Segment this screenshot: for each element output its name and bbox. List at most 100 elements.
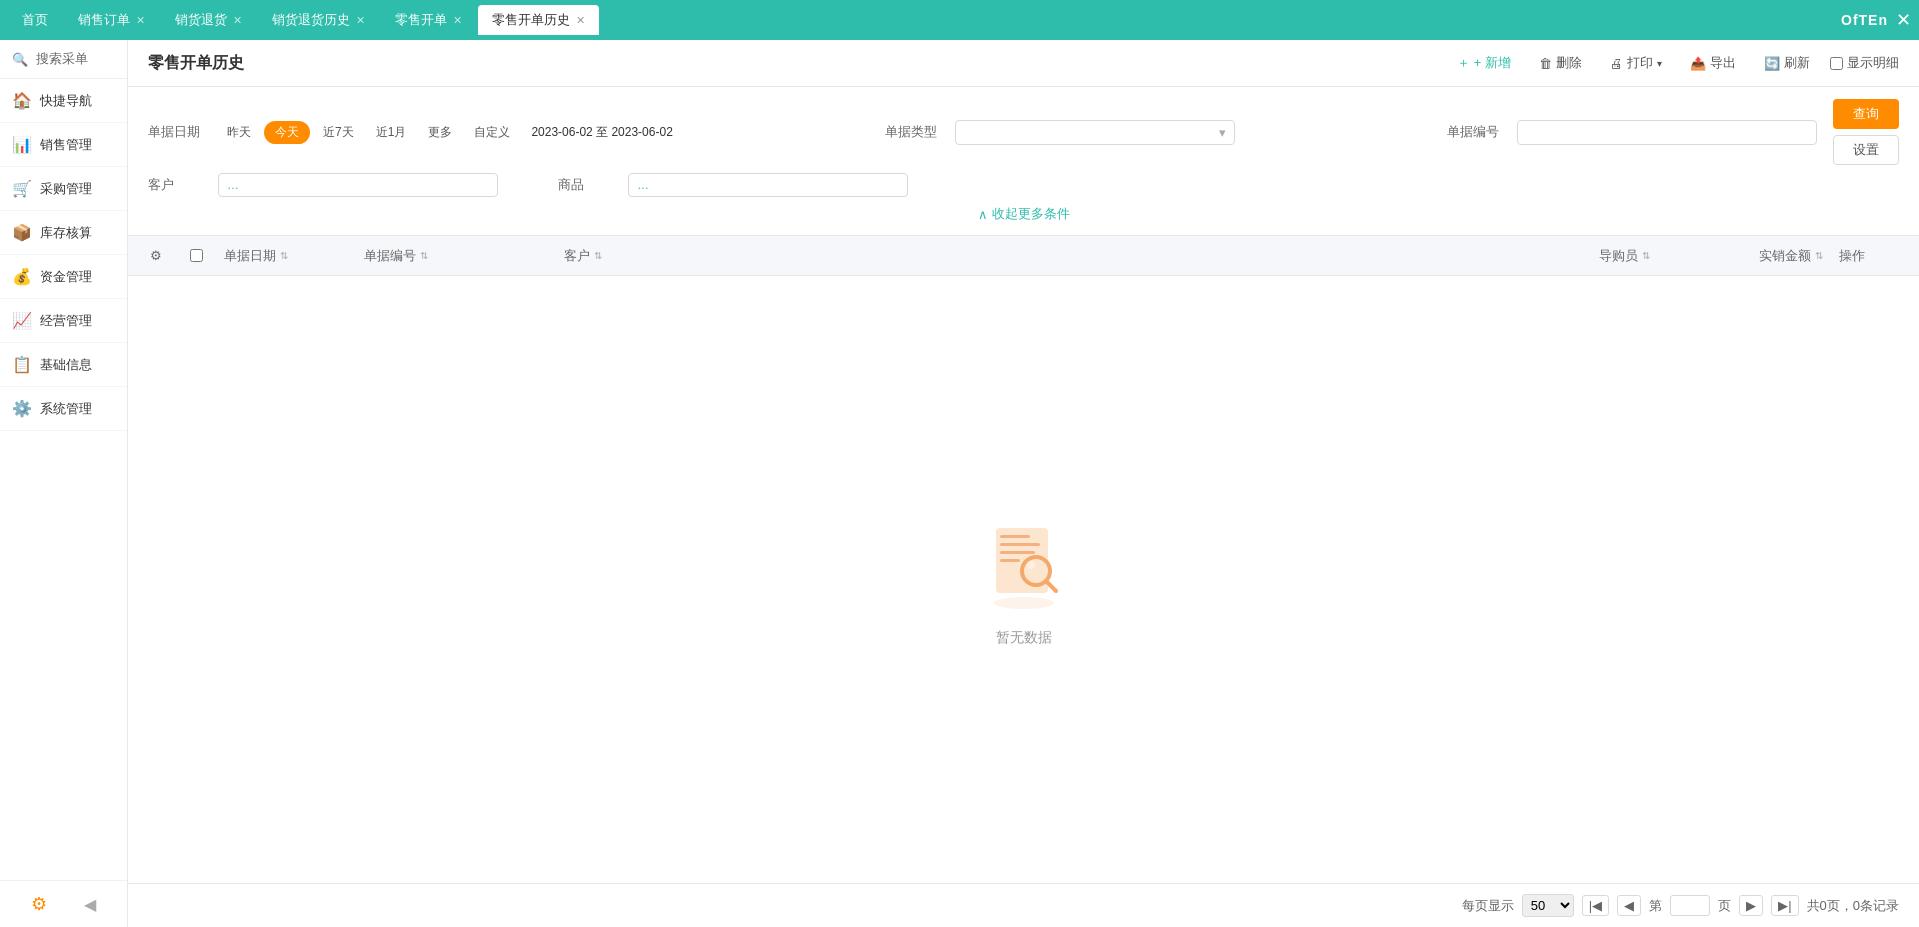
svg-rect-5 [1000, 559, 1020, 562]
th-customer[interactable]: 客户 ⇅ [556, 247, 1591, 265]
empty-text: 暂无数据 [996, 629, 1052, 647]
tab-home-label: 首页 [22, 11, 48, 29]
home-icon: 🏠 [12, 91, 32, 110]
page-header: 零售开单历史 ＋ + 新增 🗑 删除 🖨 打印 ▾ 📤 导出 [128, 40, 1919, 87]
th-date[interactable]: 单据日期 ⇅ [216, 247, 356, 265]
main-layout: 🔍 搜索采单 🏠 快捷导航 📊 销售管理 🛒 采购管理 📦 库存核算 💰 资金管… [0, 40, 1919, 927]
page-suffix: 页 [1718, 897, 1731, 915]
tab-retail-open[interactable]: 零售开单 ✕ [381, 5, 476, 35]
tab-retail-open-label: 零售开单 [395, 11, 447, 29]
yesterday-btn[interactable]: 昨天 [218, 121, 260, 144]
table-settings-icon[interactable]: ⚙ [136, 248, 176, 263]
sidebar-item-purchase-mgmt[interactable]: 🛒 采购管理 [0, 167, 127, 211]
per-page-select[interactable]: 50 20 100 [1522, 894, 1574, 917]
sidebar-search[interactable]: 🔍 搜索采单 [0, 40, 127, 79]
sidebar-item-quick-nav[interactable]: 🏠 快捷导航 [0, 79, 127, 123]
sidebar-item-operation[interactable]: 📈 经营管理 [0, 299, 127, 343]
sales-icon: 📊 [12, 135, 32, 154]
prev-page-btn[interactable]: ◀ [1617, 895, 1641, 916]
tab-sales-return-history-close[interactable]: ✕ [356, 14, 365, 27]
svg-rect-2 [1000, 535, 1030, 538]
number-filter-input[interactable] [1517, 120, 1817, 145]
query-button[interactable]: 查询 [1833, 99, 1899, 129]
customer-filter-label: 客户 [148, 176, 218, 194]
date-range-display[interactable]: 2023-06-02 至 2023-06-02 [531, 124, 672, 141]
display-detail-input[interactable] [1830, 57, 1843, 70]
sidebar-item-inventory[interactable]: 📦 库存核算 [0, 211, 127, 255]
custom-btn[interactable]: 自定义 [465, 121, 519, 144]
first-page-btn[interactable]: |◀ [1582, 895, 1609, 916]
tab-sales-order-close[interactable]: ✕ [136, 14, 145, 27]
th-amount-label: 实销金额 [1759, 247, 1811, 265]
sidebar-collapse-icon[interactable]: ◀ [84, 895, 96, 914]
th-date-label: 单据日期 [224, 247, 276, 265]
last-month-btn[interactable]: 近1月 [367, 121, 416, 144]
sidebar-item-operation-label: 经营管理 [40, 312, 92, 330]
sidebar-item-finance[interactable]: 💰 资金管理 [0, 255, 127, 299]
th-guide-label: 导购员 [1599, 247, 1638, 265]
operation-icon: 📈 [12, 311, 32, 330]
last7-btn[interactable]: 近7天 [314, 121, 363, 144]
sidebar-item-basic-info-label: 基础信息 [40, 356, 92, 374]
print-label: 打印 [1627, 54, 1653, 72]
tab-home[interactable]: 首页 [8, 5, 62, 35]
tab-retail-open-close[interactable]: ✕ [453, 14, 462, 27]
purchase-icon: 🛒 [12, 179, 32, 198]
page-title: 零售开单历史 [148, 53, 244, 74]
tab-sales-return-close[interactable]: ✕ [233, 14, 242, 27]
tab-bar: 首页 销售订单 ✕ 销货退货 ✕ 销货退货历史 ✕ 零售开单 ✕ 零售开单历史 … [0, 0, 1919, 40]
tab-retail-history[interactable]: 零售开单历史 ✕ [478, 5, 599, 35]
th-guide[interactable]: 导购员 ⇅ [1591, 247, 1711, 265]
tab-sales-return[interactable]: 销货退货 ✕ [161, 5, 256, 35]
delete-label: 删除 [1556, 54, 1582, 72]
last-page-btn[interactable]: ▶| [1771, 895, 1798, 916]
sidebar-item-inventory-label: 库存核算 [40, 224, 92, 242]
filter-row-2: 客户 … 商品 … [148, 173, 1899, 197]
goods-filter-input[interactable]: … [628, 173, 908, 197]
table-header-checkbox[interactable] [176, 249, 216, 262]
page-number-input[interactable]: 1 [1670, 895, 1710, 916]
th-customer-sort-icon: ⇅ [594, 250, 602, 261]
export-button[interactable]: 📤 导出 [1682, 50, 1744, 76]
sidebar-item-sales-mgmt[interactable]: 📊 销售管理 [0, 123, 127, 167]
date-btn-group: 昨天 今天 近7天 近1月 更多 自定义 [218, 121, 519, 144]
svg-point-0 [994, 597, 1054, 609]
refresh-button[interactable]: 🔄 刷新 [1756, 50, 1818, 76]
content-area: 零售开单历史 ＋ + 新增 🗑 删除 🖨 打印 ▾ 📤 导出 [128, 40, 1919, 927]
table-header: ⚙ 单据日期 ⇅ 单据编号 ⇅ 客户 ⇅ 导购员 ⇅ [128, 236, 1919, 276]
today-btn[interactable]: 今天 [264, 121, 310, 144]
goods-ellipsis[interactable]: … [637, 178, 649, 192]
sidebar-item-basic-info[interactable]: 📋 基础信息 [0, 343, 127, 387]
refresh-icon: 🔄 [1764, 56, 1780, 71]
delete-button[interactable]: 🗑 删除 [1531, 50, 1590, 76]
sidebar-settings-icon[interactable]: ⚙ [31, 893, 47, 915]
type-filter-select[interactable]: ▾ [955, 120, 1235, 145]
customer-filter-input[interactable]: … [218, 173, 498, 197]
new-icon: ＋ [1457, 54, 1470, 72]
tab-retail-history-close[interactable]: ✕ [576, 14, 585, 27]
type-select-chevron-icon: ▾ [1219, 125, 1226, 140]
customer-ellipsis[interactable]: … [227, 178, 239, 192]
sidebar-item-quick-nav-label: 快捷导航 [40, 92, 92, 110]
filter-collapse-btn[interactable]: ∧ 收起更多条件 [148, 205, 1899, 223]
sys-mgmt-icon: ⚙️ [12, 399, 32, 418]
sidebar: 🔍 搜索采单 🏠 快捷导航 📊 销售管理 🛒 采购管理 📦 库存核算 💰 资金管… [0, 40, 128, 927]
display-detail-checkbox[interactable]: 显示明细 [1830, 54, 1899, 72]
more-btn[interactable]: 更多 [419, 121, 461, 144]
th-number[interactable]: 单据编号 ⇅ [356, 247, 556, 265]
th-amount[interactable]: 实销金额 ⇅ [1711, 247, 1831, 265]
th-date-sort-icon: ⇅ [280, 250, 288, 261]
empty-state: 暂无数据 [128, 276, 1919, 883]
tab-sales-return-history[interactable]: 销货退货历史 ✕ [258, 5, 379, 35]
new-button[interactable]: ＋ + 新增 [1449, 50, 1519, 76]
print-button[interactable]: 🖨 打印 ▾ [1602, 50, 1670, 76]
tab-sales-order[interactable]: 销售订单 ✕ [64, 5, 159, 35]
print-chevron-icon: ▾ [1657, 58, 1662, 69]
sidebar-item-sys-mgmt[interactable]: ⚙️ 系统管理 [0, 387, 127, 431]
tab-sales-return-label: 销货退货 [175, 11, 227, 29]
select-all-checkbox[interactable] [190, 249, 203, 262]
next-page-btn[interactable]: ▶ [1739, 895, 1763, 916]
window-close-icon[interactable]: ✕ [1896, 9, 1911, 31]
svg-point-8 [1027, 561, 1035, 569]
settings-button[interactable]: 设置 [1833, 135, 1899, 165]
